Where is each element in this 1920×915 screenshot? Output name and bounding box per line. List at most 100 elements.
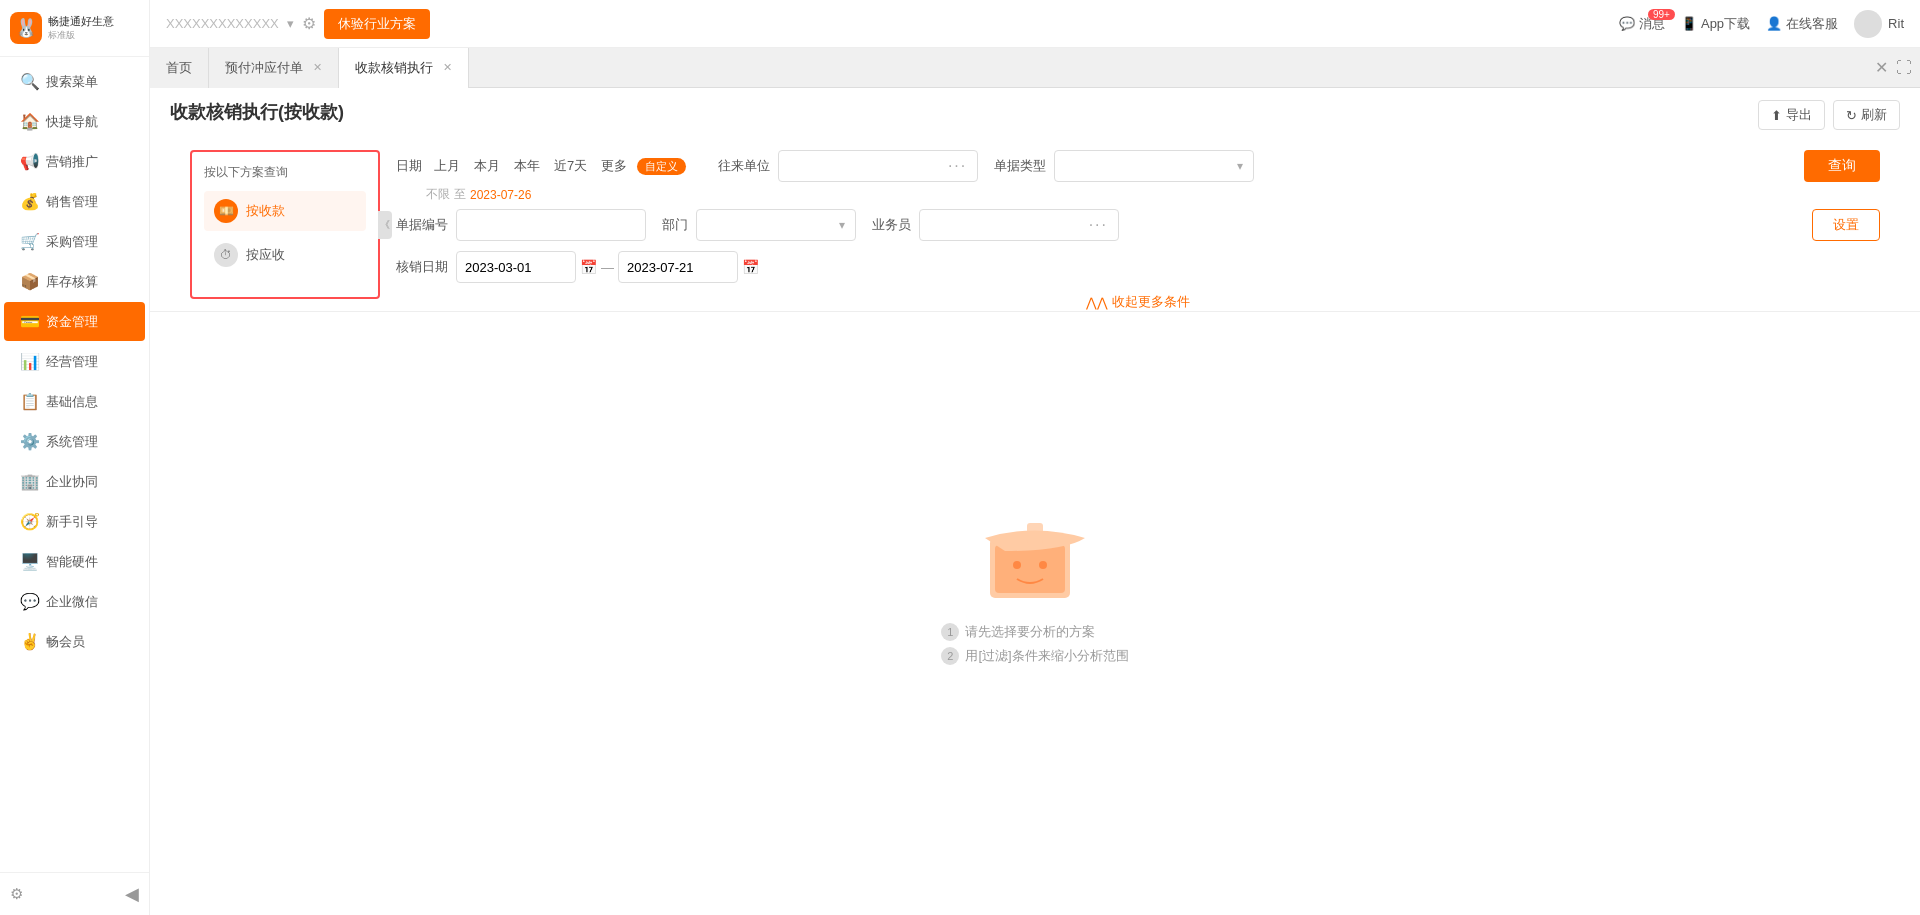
collapse-sidebar-icon[interactable]: ◀ [125, 883, 139, 905]
sidebar-item-system[interactable]: ⚙️ 系统管理 [4, 422, 145, 461]
filter-panel: 按以下方案查询 💴 按收款 ⏱ 按应收 《 [190, 150, 380, 299]
filter-panel-collapse-btn[interactable]: 《 [378, 211, 392, 239]
tab-prepay-label: 预付冲应付单 [225, 59, 303, 77]
sidebar-item-sales[interactable]: 💰 销售管理 [4, 182, 145, 221]
svg-point-3 [1039, 561, 1047, 569]
settings-button[interactable]: 设置 [1812, 209, 1880, 241]
filter-receivable-label: 按应收 [246, 246, 285, 264]
purchase-icon: 🛒 [20, 232, 38, 251]
sidebar-item-purchase[interactable]: 🛒 采购管理 [4, 222, 145, 261]
user-section: Rit [1854, 10, 1904, 38]
message-btn[interactable]: 💬 消息 99+ [1619, 15, 1665, 33]
sidebar-item-quick-nav[interactable]: 🏠 快捷导航 [4, 102, 145, 141]
app-badge: 标准版 [48, 29, 114, 42]
this-month-btn[interactable]: 本月 [470, 155, 504, 177]
sidebar-item-hardware[interactable]: 🖥️ 智能硬件 [4, 542, 145, 581]
bill-type-arrow-icon: ▾ [1237, 159, 1243, 173]
query-button[interactable]: 查询 [1804, 150, 1880, 182]
export-label: 导出 [1786, 106, 1812, 124]
marketing-icon: 📢 [20, 152, 38, 171]
close-all-tabs-btn[interactable]: ✕ [1875, 58, 1888, 77]
bill-type-select[interactable]: ▾ [1054, 150, 1254, 182]
sidebar-item-inventory[interactable]: 📦 库存核算 [4, 262, 145, 301]
settings-footer-icon[interactable]: ⚙ [10, 885, 23, 903]
tab-home-label: 首页 [166, 59, 192, 77]
online-service-btn[interactable]: 👤 在线客服 [1766, 15, 1838, 33]
sidebar-logo: 🐰 畅捷通好生意 标准版 [0, 0, 149, 57]
member-icon: ✌️ [20, 632, 38, 651]
app-download-btn[interactable]: 📱 App下载 [1681, 15, 1750, 33]
sidebar-item-label: 畅会员 [46, 633, 85, 651]
sidebar-item-wechat[interactable]: 💬 企业微信 [4, 582, 145, 621]
main-area: XXXXXXXXXXXXX ▾ ⚙ 休验行业方案 💬 消息 99+ 📱 App下… [150, 0, 1920, 915]
partner-label: 往来单位 [718, 157, 770, 175]
sidebar-item-search-menu[interactable]: 🔍 搜索菜单 [4, 62, 145, 101]
tab-home[interactable]: 首页 [150, 48, 209, 88]
dropdown-arrow-icon[interactable]: ▾ [287, 16, 294, 31]
sidebar-item-label: 快捷导航 [46, 113, 98, 131]
expand-tabs-btn[interactable]: ⛶ [1896, 59, 1912, 77]
custom-date-badge[interactable]: 自定义 [637, 158, 686, 175]
wechat-icon: 💬 [20, 592, 38, 611]
tab-prepay[interactable]: 预付冲应付单 ✕ [209, 48, 339, 88]
date-field: 日期 上月 本月 本年 近7天 更多 自定义 [396, 155, 686, 177]
tab-prepay-close[interactable]: ✕ [313, 61, 322, 74]
last-month-btn[interactable]: 上月 [430, 155, 464, 177]
sidebar-item-label: 企业微信 [46, 593, 98, 611]
sidebar-item-finance[interactable]: 💳 资金管理 [4, 302, 145, 341]
online-service-icon: 👤 [1766, 16, 1782, 31]
refresh-btn[interactable]: ↻ 刷新 [1833, 100, 1900, 130]
tab-receipt[interactable]: 收款核销执行 ✕ [339, 48, 469, 88]
partner-select[interactable]: ··· [778, 150, 978, 182]
date-buttons: 上月 本月 本年 近7天 更多 自定义 [430, 155, 686, 177]
hint-num-1: 1 [941, 623, 959, 641]
verify-date-start-cal-icon[interactable]: 📅 [580, 259, 597, 275]
verify-date-end-input[interactable] [618, 251, 738, 283]
basic-icon: 📋 [20, 392, 38, 411]
dept-label: 部门 [662, 216, 688, 234]
message-badge: 99+ [1648, 9, 1675, 20]
empty-hint: 1 请先选择要分析的方案 2 用[过滤]条件来缩小分析范围 [941, 623, 1128, 665]
app-download-label: App下载 [1701, 15, 1750, 33]
collapse-up-icon: ⋀⋀ [1086, 295, 1108, 310]
verify-date-end-cal-icon[interactable]: 📅 [742, 259, 759, 275]
export-btn[interactable]: ⬆ 导出 [1758, 100, 1825, 130]
svg-rect-1 [995, 545, 1065, 593]
sidebar-item-label: 智能硬件 [46, 553, 98, 571]
filter-receipt-label: 按收款 [246, 202, 285, 220]
quick-nav-icon: 🏠 [20, 112, 38, 131]
bill-no-input[interactable] [456, 209, 646, 241]
date-nolimit-row: 不限 至 2023-07-26 [396, 186, 1880, 203]
industry-btn[interactable]: 休验行业方案 [324, 9, 430, 39]
page-title: 收款核销执行(按收款) [170, 100, 344, 124]
sidebar-item-basic[interactable]: 📋 基础信息 [4, 382, 145, 421]
sidebar-item-label: 新手引导 [46, 513, 98, 531]
dept-select[interactable]: ▾ [696, 209, 856, 241]
settings-icon[interactable]: ⚙ [302, 14, 316, 33]
filter-option-receipt[interactable]: 💴 按收款 [204, 191, 366, 231]
last-7days-btn[interactable]: 近7天 [550, 155, 591, 177]
sidebar-item-member[interactable]: ✌️ 畅会员 [4, 622, 145, 661]
app-logo-icon: 🐰 [10, 12, 42, 44]
collapse-label: 收起更多条件 [1112, 293, 1190, 311]
sales-icon: 💰 [20, 192, 38, 211]
sidebar-item-marketing[interactable]: 📢 营销推广 [4, 142, 145, 181]
tab-receipt-close[interactable]: ✕ [443, 61, 452, 74]
refresh-icon: ↻ [1846, 108, 1857, 123]
verify-date-start-input[interactable] [456, 251, 576, 283]
sidebar-item-operations[interactable]: 📊 经营管理 [4, 342, 145, 381]
hint-num-2: 2 [941, 647, 959, 665]
dept-arrow-icon: ▾ [839, 218, 845, 232]
sidebar-item-guide[interactable]: 🧭 新手引导 [4, 502, 145, 541]
salesperson-select[interactable]: ··· [919, 209, 1119, 241]
form-row-3: 核销日期 📅 — 📅 [396, 251, 1880, 283]
operations-icon: 📊 [20, 352, 38, 371]
query-actions-row: 查询 [1804, 150, 1880, 182]
hint-text-2: 用[过滤]条件来缩小分析范围 [965, 647, 1128, 665]
filter-option-receivable[interactable]: ⏱ 按应收 [204, 235, 366, 275]
collapse-more-btn[interactable]: ⋀⋀ 收起更多条件 [396, 293, 1880, 311]
empty-svg [975, 503, 1095, 603]
sidebar-item-enterprise[interactable]: 🏢 企业协同 [4, 462, 145, 501]
more-date-btn[interactable]: 更多 [597, 155, 631, 177]
this-year-btn[interactable]: 本年 [510, 155, 544, 177]
